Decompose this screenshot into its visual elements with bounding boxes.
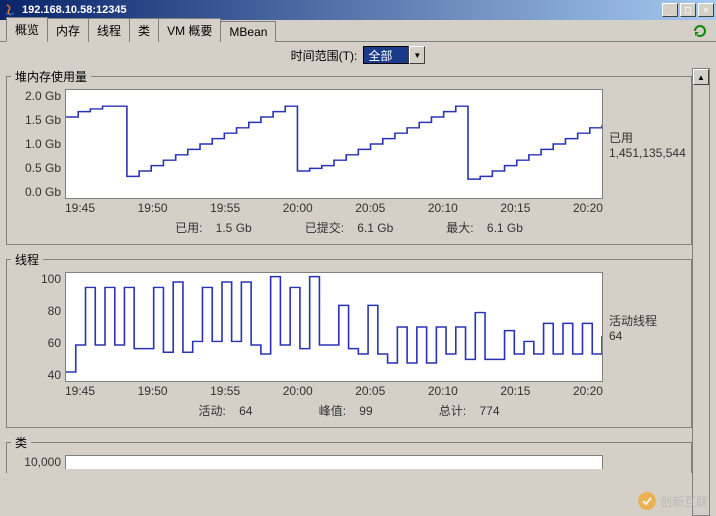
y-tick: 40 [11, 368, 61, 382]
x-tick: 19:45 [65, 201, 95, 215]
right-label-title: 已用 [609, 129, 687, 146]
classes-chart-title: 类 [11, 434, 31, 451]
threads-x-axis: 19:45 19:50 19:55 20:00 20:05 20:10 20:1… [11, 382, 687, 398]
refresh-icon[interactable] [692, 23, 708, 42]
threads-y-axis: 100 80 60 40 [11, 272, 65, 382]
heap-plot [65, 89, 603, 199]
time-range-row: 时间范围(T): 全部 ▼ [6, 42, 710, 68]
window-title: 192.168.10.58:12345 [22, 4, 660, 16]
sum-label: 最大: [446, 221, 473, 235]
y-tick: 2.0 Gb [11, 89, 61, 103]
heap-summary: 已用: 1.5 Gb 已提交: 6.1 Gb 最大: 6.1 Gb [11, 215, 687, 240]
sum-value: 64 [239, 404, 252, 418]
watermark: 创新互联 [638, 492, 708, 510]
x-tick: 20:00 [283, 201, 313, 215]
tab-bar: 概览 内存 线程 类 VM 概要 MBean [0, 20, 716, 42]
x-tick: 19:45 [65, 384, 95, 398]
tab-mbean[interactable]: MBean [220, 21, 276, 42]
minimize-button[interactable]: _ [662, 3, 678, 17]
sum-value: 99 [359, 404, 372, 418]
sum-value: 1.5 Gb [216, 221, 252, 235]
sum-label: 已用: [175, 221, 202, 235]
heap-chart-title: 堆内存使用量 [11, 68, 91, 85]
sum-label: 已提交: [305, 221, 344, 235]
x-tick: 19:50 [138, 201, 168, 215]
x-tick: 20:20 [573, 384, 603, 398]
x-tick: 20:15 [500, 384, 530, 398]
tab-threads[interactable]: 线程 [88, 18, 130, 42]
threads-plot [65, 272, 603, 382]
y-tick: 0.5 Gb [11, 161, 61, 175]
tab-label: 线程 [97, 24, 121, 38]
threads-chart-title: 线程 [11, 251, 43, 268]
heap-y-axis: 2.0 Gb 1.5 Gb 1.0 Gb 0.5 Gb 0.0 Gb [11, 89, 65, 199]
x-tick: 20:00 [283, 384, 313, 398]
tab-overview[interactable]: 概览 [6, 17, 48, 42]
threads-right-label: 活动线程 64 [603, 272, 687, 382]
tab-label: VM 概要 [167, 24, 212, 38]
watermark-text: 创新互联 [660, 493, 708, 510]
right-label-value: 64 [609, 329, 687, 343]
classes-y-axis: 10,000 [11, 455, 65, 469]
x-tick: 20:10 [428, 201, 458, 215]
classes-chart-block: 类 10,000 [6, 434, 692, 473]
heap-x-axis: 19:45 19:50 19:55 20:00 20:05 20:10 20:1… [11, 199, 687, 215]
maximize-button[interactable]: □ [680, 3, 696, 17]
classes-right-label [603, 455, 687, 469]
x-tick: 20:05 [355, 201, 385, 215]
time-range-select[interactable]: 全部 ▼ [363, 46, 425, 64]
right-label-value: 1,451,135,544 [609, 146, 687, 160]
x-tick: 20:20 [573, 201, 603, 215]
tab-classes[interactable]: 类 [129, 18, 159, 42]
threads-summary: 活动: 64 峰值: 99 总计: 774 [11, 398, 687, 423]
chevron-down-icon: ▼ [409, 46, 425, 64]
time-range-label: 时间范围(T): [291, 47, 358, 64]
tab-label: 概览 [15, 23, 39, 37]
y-tick: 1.5 Gb [11, 113, 61, 127]
tab-vm-summary[interactable]: VM 概要 [158, 18, 221, 42]
x-tick: 19:55 [210, 201, 240, 215]
classes-plot [65, 455, 603, 469]
y-tick: 0.0 Gb [11, 185, 61, 199]
threads-chart-block: 线程 100 80 60 40 [6, 251, 692, 428]
sum-label: 峰值: [319, 404, 346, 418]
y-tick: 100 [11, 272, 61, 286]
y-tick: 10,000 [11, 455, 61, 469]
x-tick: 19:55 [210, 384, 240, 398]
sum-value: 774 [479, 404, 499, 418]
y-tick: 1.0 Gb [11, 137, 61, 151]
y-tick: 60 [11, 336, 61, 350]
tab-label: MBean [229, 25, 267, 39]
watermark-icon [638, 492, 656, 510]
right-label-title: 活动线程 [609, 312, 687, 329]
tab-label: 内存 [56, 24, 80, 38]
tab-memory[interactable]: 内存 [47, 18, 89, 42]
x-tick: 20:10 [428, 384, 458, 398]
heap-right-label: 已用 1,451,135,544 [603, 89, 687, 199]
window-titlebar: 192.168.10.58:12345 _ □ × [0, 0, 716, 20]
sum-value: 6.1 Gb [487, 221, 523, 235]
y-tick: 80 [11, 304, 61, 318]
x-tick: 20:15 [500, 201, 530, 215]
x-tick: 19:50 [138, 384, 168, 398]
heap-chart-block: 堆内存使用量 2.0 Gb 1.5 Gb 1.0 Gb 0.5 Gb 0.0 G… [6, 68, 692, 245]
sum-label: 活动: [199, 404, 226, 418]
x-tick: 20:05 [355, 384, 385, 398]
java-app-icon [2, 2, 18, 18]
time-range-value: 全部 [368, 47, 392, 64]
vertical-scrollbar[interactable]: ▲ [692, 68, 710, 516]
tab-label: 类 [138, 24, 150, 38]
scroll-up-icon[interactable]: ▲ [693, 69, 709, 85]
sum-value: 6.1 Gb [357, 221, 393, 235]
close-button[interactable]: × [698, 3, 714, 17]
sum-label: 总计: [439, 404, 466, 418]
